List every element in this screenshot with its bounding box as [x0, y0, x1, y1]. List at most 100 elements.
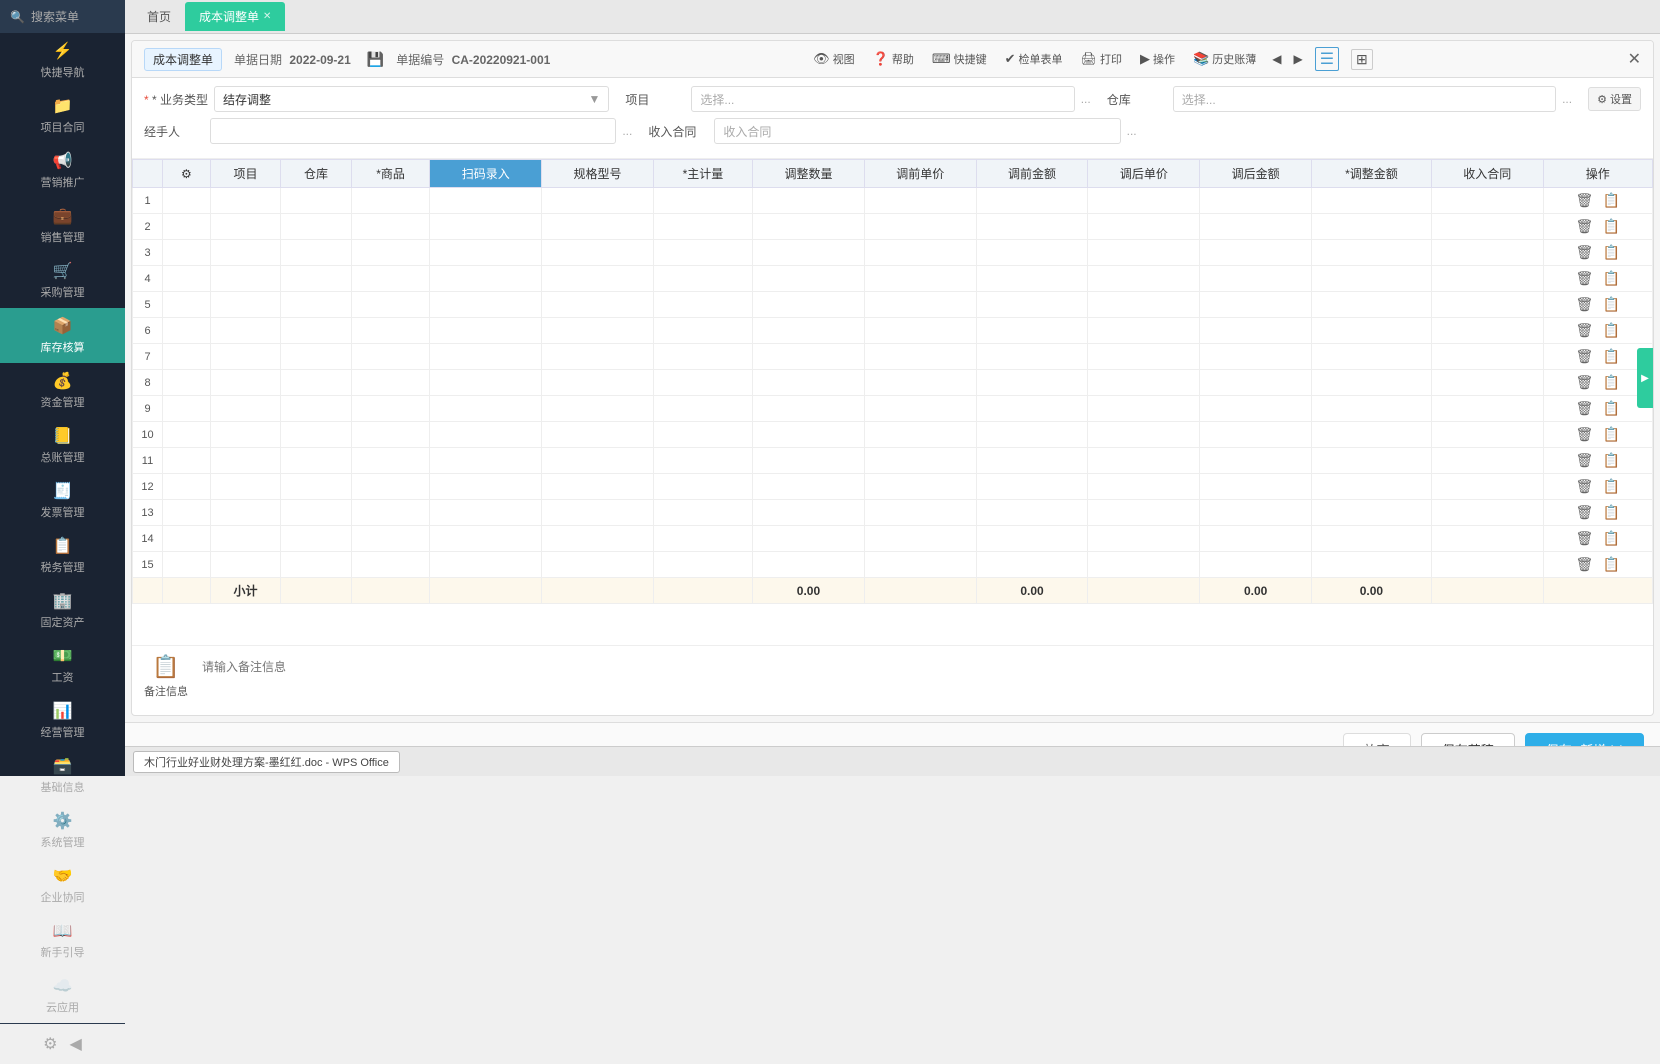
cell-after_price[interactable]: [1088, 240, 1200, 266]
cell-income_contract[interactable]: [1431, 318, 1543, 344]
cell-warehouse[interactable]: [281, 422, 352, 448]
settings-btn[interactable]: ⚙ 设置: [1588, 87, 1641, 111]
cell-income_contract[interactable]: [1431, 474, 1543, 500]
sidebar-item-assets[interactable]: 🏢 固定资产: [0, 583, 125, 638]
cell-before_price[interactable]: [864, 448, 976, 474]
cell-after_amount[interactable]: [1200, 500, 1312, 526]
sidebar-item-sales[interactable]: 💼 销售管理: [0, 198, 125, 253]
cell-adjust_amount[interactable]: [1312, 266, 1432, 292]
cell-warehouse[interactable]: [281, 448, 352, 474]
copy-btn[interactable]: 📋: [1600, 477, 1623, 496]
cell-spec[interactable]: [542, 188, 654, 214]
toolbar-btn-view[interactable]: 👁 视图: [809, 49, 859, 69]
sidebar-item-ops[interactable]: 📊 经营管理: [0, 693, 125, 748]
cell-after_amount[interactable]: [1200, 318, 1312, 344]
nav-next-btn[interactable]: ▶: [1293, 52, 1302, 66]
cell-adjust_amount[interactable]: [1312, 474, 1432, 500]
cell-goods[interactable]: [351, 188, 430, 214]
cell-before_amount[interactable]: [976, 344, 1088, 370]
cell-spec[interactable]: [542, 500, 654, 526]
cell-adjust_amount[interactable]: [1312, 396, 1432, 422]
sidebar-item-quick-nav[interactable]: ⚡ 快捷导航: [0, 33, 125, 88]
cell-income_contract[interactable]: [1431, 552, 1543, 578]
sidebar-item-inventory[interactable]: 📦 库存核算: [0, 308, 125, 363]
cell-qty[interactable]: [753, 422, 865, 448]
cell-goods[interactable]: [351, 396, 430, 422]
cell-before_price[interactable]: [864, 552, 976, 578]
cell-project[interactable]: [210, 448, 281, 474]
cell-goods[interactable]: [351, 214, 430, 240]
cell-qty[interactable]: [753, 240, 865, 266]
delete-btn[interactable]: 🗑: [1573, 191, 1597, 210]
cell-before_amount[interactable]: [976, 396, 1088, 422]
cell-scan[interactable]: [430, 188, 542, 214]
cell-project[interactable]: [210, 526, 281, 552]
cell-adjust_amount[interactable]: [1312, 448, 1432, 474]
cell-after_price[interactable]: [1088, 318, 1200, 344]
cell-goods[interactable]: [351, 448, 430, 474]
copy-btn[interactable]: 📋: [1600, 321, 1623, 340]
cell-warehouse[interactable]: [281, 552, 352, 578]
cell-scan[interactable]: [430, 474, 542, 500]
cell-unit[interactable]: [653, 292, 752, 318]
toolbar-btn-shortcut[interactable]: ⌨ 快捷键: [928, 49, 991, 69]
income-contract-ellipsis[interactable]: ...: [1127, 124, 1137, 138]
cell-before_amount[interactable]: [976, 266, 1088, 292]
toolbar-btn-print[interactable]: 🖨 打印: [1077, 49, 1127, 69]
cell-goods[interactable]: [351, 240, 430, 266]
cell-after_amount[interactable]: [1200, 422, 1312, 448]
cell-unit[interactable]: [653, 188, 752, 214]
copy-btn[interactable]: 📋: [1600, 425, 1623, 444]
cell-scan[interactable]: [430, 240, 542, 266]
business-type-select[interactable]: 结存调整 ▼: [214, 86, 609, 112]
cell-after_amount[interactable]: [1200, 396, 1312, 422]
cell-income_contract[interactable]: [1431, 370, 1543, 396]
delete-btn[interactable]: 🗑: [1573, 529, 1597, 548]
copy-btn[interactable]: 📋: [1600, 529, 1623, 548]
sidebar-search[interactable]: 🔍 搜索菜单: [0, 0, 125, 33]
cell-after_amount[interactable]: [1200, 344, 1312, 370]
cell-before_price[interactable]: [864, 188, 976, 214]
cell-goods[interactable]: [351, 266, 430, 292]
handler-input[interactable]: [210, 118, 616, 144]
cell-before_price[interactable]: [864, 214, 976, 240]
cell-before_price[interactable]: [864, 526, 976, 552]
cell-before_price[interactable]: [864, 474, 976, 500]
income-contract-input[interactable]: 收入合同: [714, 118, 1120, 144]
cell-adjust_amount[interactable]: [1312, 344, 1432, 370]
cell-qty[interactable]: [753, 188, 865, 214]
cell-after_amount[interactable]: [1200, 552, 1312, 578]
cell-project[interactable]: [210, 188, 281, 214]
copy-btn[interactable]: 📋: [1600, 217, 1623, 236]
cell-before_amount[interactable]: [976, 500, 1088, 526]
cell-spec[interactable]: [542, 370, 654, 396]
cell-scan[interactable]: [430, 500, 542, 526]
cell-unit[interactable]: [653, 318, 752, 344]
cell-after_price[interactable]: [1088, 370, 1200, 396]
cell-before_price[interactable]: [864, 266, 976, 292]
cell-goods[interactable]: [351, 552, 430, 578]
cell-before_price[interactable]: [864, 318, 976, 344]
cell-after_amount[interactable]: [1200, 474, 1312, 500]
warehouse-ellipsis[interactable]: ...: [1562, 92, 1572, 106]
cell-before_amount[interactable]: [976, 370, 1088, 396]
delete-btn[interactable]: 🗑: [1573, 243, 1597, 262]
cell-project[interactable]: [210, 240, 281, 266]
toolbar-btn-history[interactable]: 📚 历史账薄: [1189, 49, 1260, 69]
cell-goods[interactable]: [351, 344, 430, 370]
cell-unit[interactable]: [653, 474, 752, 500]
cell-unit[interactable]: [653, 422, 752, 448]
cell-project[interactable]: [210, 500, 281, 526]
sidebar-item-project-contract[interactable]: 📁 项目合同: [0, 88, 125, 143]
cell-after_price[interactable]: [1088, 526, 1200, 552]
cell-adjust_amount[interactable]: [1312, 422, 1432, 448]
cell-goods[interactable]: [351, 526, 430, 552]
cell-spec[interactable]: [542, 214, 654, 240]
cell-spec[interactable]: [542, 240, 654, 266]
cell-warehouse[interactable]: [281, 318, 352, 344]
cell-project[interactable]: [210, 292, 281, 318]
cell-unit[interactable]: [653, 240, 752, 266]
sidebar-item-guide[interactable]: 📖 新手引导: [0, 913, 125, 968]
copy-btn[interactable]: 📋: [1600, 295, 1623, 314]
sidebar-item-tax[interactable]: 📋 税务管理: [0, 528, 125, 583]
